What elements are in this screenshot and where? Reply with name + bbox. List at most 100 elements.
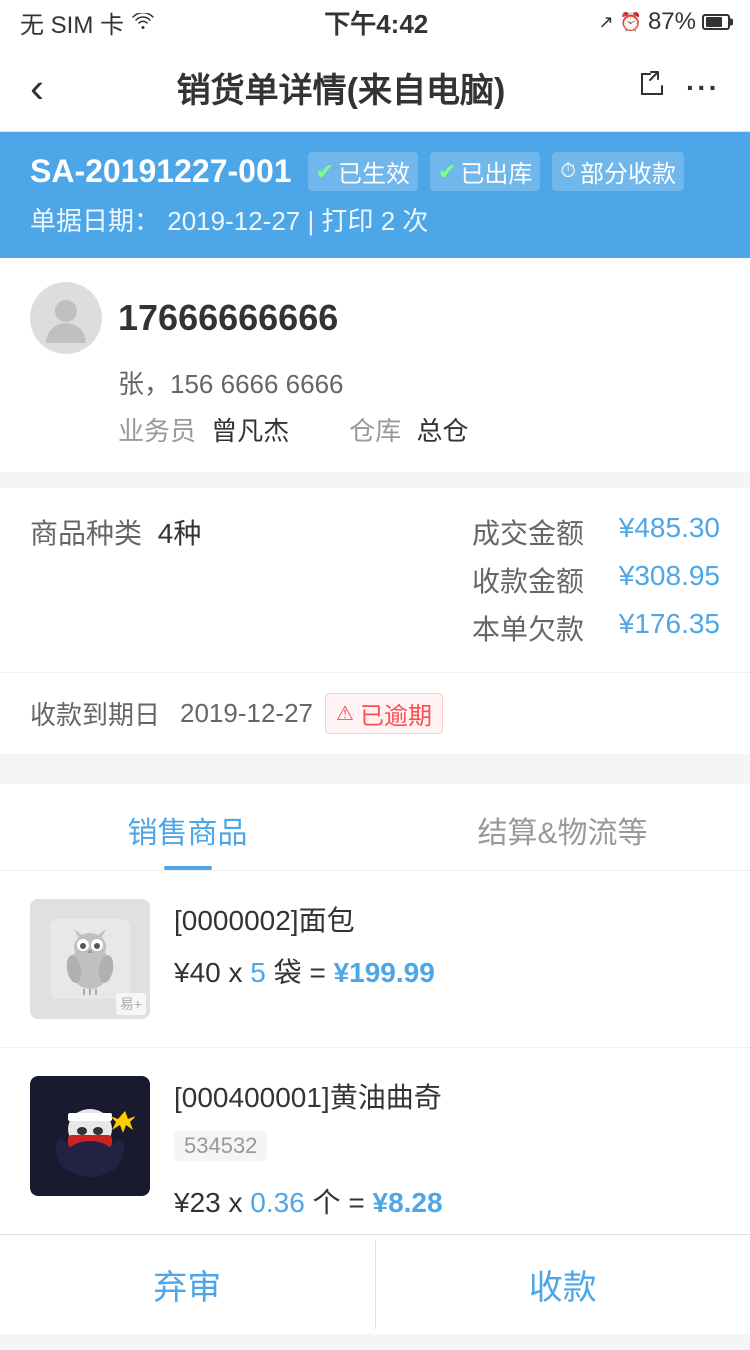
tabs-row: 销售商品 结算&物流等 [0, 784, 750, 870]
order-header: SA-20191227-001 ✔ 已生效 ✔ 已出库 ⏱ 部分收款 单据日期：… [0, 132, 750, 258]
badge-effective: ✔ 已生效 [308, 152, 418, 191]
due-date-label: 收款到期日 [30, 695, 160, 732]
product-name-1: [0000002]面包 [174, 899, 720, 939]
order-header-row1: SA-20191227-001 ✔ 已生效 ✔ 已出库 ⏱ 部分收款 [30, 152, 720, 191]
overdue-text: 已逾期 [360, 696, 432, 731]
deal-amount-label: 成交金额 [472, 512, 584, 552]
salesperson-label: 业务员 [118, 416, 196, 446]
tab-sales-products[interactable]: 销售商品 [0, 784, 375, 870]
battery-icon [702, 14, 730, 30]
battery-percent: 87% [648, 8, 696, 36]
badge-partial: ⏱ 部分收款 [552, 152, 684, 191]
category-label: 商品种类 [30, 518, 142, 549]
share-button[interactable] [638, 70, 666, 105]
nav-actions: ··· [638, 70, 720, 105]
status-bar: 无 SIM 卡 下午4:42 ↗ ⏰ 87% [0, 0, 750, 44]
product-name-2: [000400001]黄油曲奇 [174, 1076, 720, 1116]
stats-left: 商品种类 4种 [30, 512, 201, 552]
product-unit-1: 袋 [274, 957, 302, 988]
product-code-1: [0000002] [174, 905, 299, 936]
wifi-icon [132, 8, 154, 36]
received-line: 收款金额 ¥308.95 [472, 560, 720, 600]
received-value: ¥308.95 [600, 560, 720, 600]
customer-sub-name: 张，156 6666 6666 [30, 364, 720, 401]
badge-effective-label: 已生效 [338, 154, 410, 189]
price-base-2: ¥23 [174, 1187, 221, 1218]
status-right: ↗ ⏰ 87% [598, 8, 730, 36]
carrier-text: 无 SIM 卡 [20, 5, 124, 40]
product-price-1: ¥40 x 5 袋 = ¥199.99 [174, 951, 720, 991]
stats-row: 商品种类 4种 成交金额 ¥485.30 收款金额 ¥308.95 本单欠款 ¥… [30, 512, 720, 648]
status-time: 下午4:42 [324, 4, 428, 41]
product-item-1: 易+ [0000002]面包 ¥40 x 5 袋 = ¥199.99 [0, 871, 750, 1048]
divider-1 [0, 472, 750, 488]
badge-shipped-label: 已出库 [460, 154, 532, 189]
meta-date-value: 2019-12-27 [167, 206, 300, 236]
product-info-2: [000400001]黄油曲奇 534532 ¥23 x 0.36 个 = ¥8… [174, 1076, 720, 1221]
tab-underline [164, 866, 212, 870]
warehouse-label: 仓库 [349, 416, 401, 446]
meta-print-label: 打印 [321, 206, 373, 236]
print-count-value: 2 [381, 206, 395, 236]
status-badges: ✔ 已生效 ✔ 已出库 ⏱ 部分收款 [308, 152, 684, 191]
price-base-1: ¥40 [174, 957, 221, 988]
debt-label: 本单欠款 [472, 608, 584, 648]
product-qty-1: 5 [250, 957, 266, 988]
order-meta: 单据日期： 2019-12-27 | 打印 2 次 [30, 201, 720, 238]
stats-section: 商品种类 4种 成交金额 ¥485.30 收款金额 ¥308.95 本单欠款 ¥… [0, 488, 750, 672]
product-info-1: [0000002]面包 ¥40 x 5 袋 = ¥199.99 [174, 899, 720, 991]
debt-line: 本单欠款 ¥176.35 [472, 608, 720, 648]
bottom-bar: 弃审 收款 [0, 1234, 750, 1334]
warehouse-field: 仓库 总仓 [349, 411, 468, 448]
warehouse-value: 总仓 [417, 416, 469, 446]
due-section: 收款到期日 2019-12-27 ⚠ 已逾期 [0, 672, 750, 754]
category-value: 4种 [158, 518, 202, 549]
tab-sales-label: 销售商品 [128, 817, 248, 850]
customer-info: 业务员 曾凡杰 仓库 总仓 [30, 411, 720, 448]
product-total-2: ¥8.28 [373, 1187, 443, 1218]
product-thumb-1: 易+ [30, 899, 150, 1019]
product-thumb-2 [30, 1076, 150, 1196]
tabs-section: 销售商品 结算&物流等 [0, 784, 750, 871]
overdue-icon: ⚠ [336, 701, 354, 726]
status-left: 无 SIM 卡 [20, 5, 154, 40]
nav-bar: ‹ 销货单详情(来自电脑) ··· [0, 44, 750, 132]
deal-amount-line: 成交金额 ¥485.30 [472, 512, 720, 552]
product-qty-2: 0.36 [250, 1187, 305, 1218]
check-icon-2: ✔ [438, 159, 456, 185]
product-sku-2: 534532 [174, 1131, 267, 1161]
customer-section: 17666666666 张，156 6666 6666 业务员 曾凡杰 仓库 总… [0, 258, 750, 472]
badge-partial-label: 部分收款 [580, 154, 676, 189]
salesperson-value: 曾凡杰 [211, 416, 289, 446]
confirm-button[interactable]: 收款 [376, 1240, 750, 1329]
clock-icon: ⏱ [560, 160, 576, 183]
meta-separator: | [307, 206, 321, 236]
location-icon: ↗ [598, 12, 613, 33]
cancel-button[interactable]: 弃审 [0, 1240, 376, 1329]
debt-value: ¥176.35 [600, 608, 720, 648]
divider-2 [0, 754, 750, 770]
back-button[interactable]: ‹ [30, 64, 44, 112]
customer-avatar [30, 282, 102, 354]
deal-amount-value: ¥485.30 [600, 512, 720, 552]
product-code-2: [000400001] [174, 1082, 330, 1113]
tab-settlement-label: 结算&物流等 [477, 817, 647, 850]
order-id: SA-20191227-001 [30, 153, 292, 190]
badge-shipped: ✔ 已出库 [430, 152, 540, 191]
more-button[interactable]: ··· [686, 72, 720, 104]
product-total-1: ¥199.99 [334, 957, 435, 988]
product-unit-2: 个 [313, 1187, 341, 1218]
received-label: 收款金额 [472, 560, 584, 600]
page-title: 销货单详情(来自电脑) [177, 63, 506, 112]
print-unit-value: 次 [402, 206, 428, 236]
check-icon-1: ✔ [316, 159, 334, 185]
product-price-2: ¥23 x 0.36 个 = ¥8.28 [174, 1181, 720, 1221]
overdue-badge: ⚠ 已逾期 [325, 693, 443, 734]
due-date-value: 2019-12-27 [180, 698, 313, 729]
salesperson-field: 业务员 曾凡杰 [118, 411, 289, 448]
customer-phone: 17666666666 [118, 297, 338, 339]
customer-row1: 17666666666 [30, 282, 720, 354]
stats-right: 成交金额 ¥485.30 收款金额 ¥308.95 本单欠款 ¥176.35 [472, 512, 720, 648]
tab-settlement[interactable]: 结算&物流等 [375, 784, 750, 870]
products-list: 易+ [0000002]面包 ¥40 x 5 袋 = ¥199.99 [0, 871, 750, 1250]
